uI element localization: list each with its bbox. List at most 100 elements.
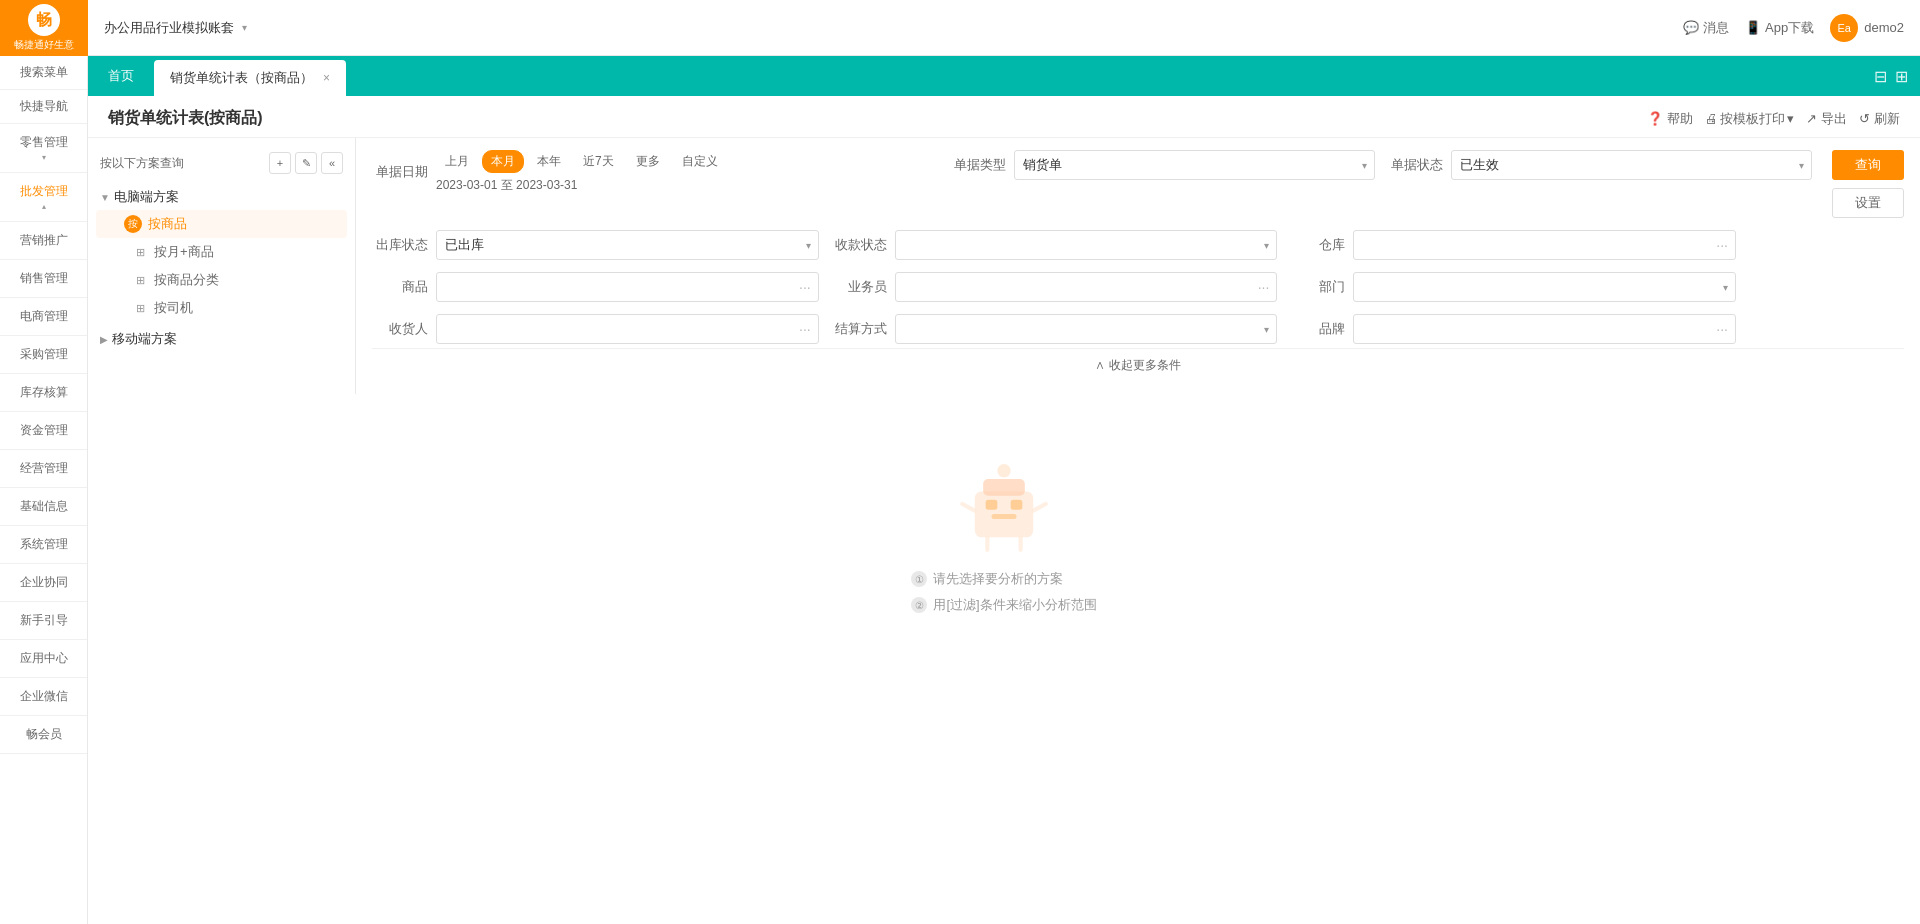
- user-name: demo2: [1864, 20, 1904, 35]
- header-dropdown-icon[interactable]: ▾: [242, 22, 247, 33]
- tab-close-icon[interactable]: ×: [323, 71, 330, 85]
- app-logo[interactable]: 畅 畅捷通好生意: [0, 0, 88, 56]
- tip-2-text: 用[过滤]条件来缩小分析范围: [933, 596, 1096, 614]
- department-select[interactable]: [1353, 272, 1736, 302]
- svg-rect-4: [992, 514, 1017, 519]
- logo-icon: 畅: [28, 4, 60, 36]
- salesperson-label: 业务员: [831, 278, 887, 296]
- sidebar-item-guide[interactable]: 新手引导: [0, 602, 87, 640]
- warehouse-status-select[interactable]: [436, 230, 819, 260]
- avatar: Ea: [1830, 14, 1858, 42]
- help-button[interactable]: ❓ 帮助: [1647, 110, 1693, 128]
- user-info[interactable]: Ea demo2: [1830, 14, 1904, 42]
- scheme-group-mobile-header[interactable]: ▶ 移动端方案: [96, 326, 347, 352]
- tab-active[interactable]: 销货单统计表（按商品） ×: [154, 60, 346, 96]
- settlement-label: 结算方式: [831, 320, 887, 338]
- scheme-tree: ▼ 电脑端方案 按 按商品 ⊞ 按月+商品 ⊞: [96, 180, 347, 360]
- scheme-sub-icon-2: ⊞: [132, 274, 148, 287]
- sidebar-item-retail[interactable]: 零售管理 ▾: [0, 124, 87, 173]
- sidebar-item-search[interactable]: 搜索菜单: [0, 56, 87, 90]
- sidebar-item-enterprise[interactable]: 企业协同: [0, 564, 87, 602]
- empty-illustration: [954, 454, 1054, 554]
- date-7days[interactable]: 近7天: [574, 150, 623, 173]
- svg-point-9: [997, 464, 1010, 477]
- recipient-input[interactable]: [436, 314, 819, 344]
- salesperson-input[interactable]: [895, 272, 1278, 302]
- product-input[interactable]: [436, 272, 819, 302]
- scheme-group-desktop-header[interactable]: ▼ 电脑端方案: [96, 184, 347, 210]
- warehouse-dots-icon[interactable]: ···: [1716, 237, 1728, 253]
- product-dots-icon[interactable]: ···: [799, 279, 811, 295]
- print-dropdown-icon[interactable]: ▾: [1787, 111, 1794, 126]
- refresh-button[interactable]: ↺ 刷新: [1859, 110, 1900, 128]
- order-status-select[interactable]: [1451, 150, 1812, 180]
- empty-tip-2: ② 用[过滤]条件来缩小分析范围: [911, 596, 1096, 614]
- top-header: 办公用品行业模拟账套 ▾ 💬 消息 📱 App下载 Ea demo2: [88, 0, 1920, 56]
- sidebar-item-system[interactable]: 系统管理: [0, 526, 87, 564]
- collapse-bar[interactable]: ∧ 收起更多条件: [372, 348, 1904, 382]
- main-content: 办公用品行业模拟账套 ▾ 💬 消息 📱 App下载 Ea demo2 首页 销货…: [88, 0, 1920, 924]
- scheme-item-by-category[interactable]: ⊞ 按商品分类: [96, 266, 347, 294]
- sidebar-item-quicknav[interactable]: 快捷导航: [0, 90, 87, 124]
- settlement-select[interactable]: [895, 314, 1278, 344]
- edit-scheme-button[interactable]: ✎: [295, 152, 317, 174]
- salesperson-dots-icon[interactable]: ···: [1258, 279, 1270, 295]
- collapse-scheme-button[interactable]: «: [321, 152, 343, 174]
- payment-status-label: 收款状态: [831, 236, 887, 254]
- add-scheme-button[interactable]: +: [269, 152, 291, 174]
- brand-input[interactable]: [1353, 314, 1736, 344]
- sidebar-item-sales[interactable]: 销售管理: [0, 260, 87, 298]
- date-this-month[interactable]: 本月: [482, 150, 524, 173]
- tab-home[interactable]: 首页: [88, 56, 154, 96]
- date-prev-month[interactable]: 上月: [436, 150, 478, 173]
- empty-state: ① 请先选择要分析的方案 ② 用[过滤]条件来缩小分析范围: [88, 394, 1920, 674]
- scheme-group-mobile: ▶ 移动端方案: [96, 326, 347, 352]
- recipient-dots-icon[interactable]: ···: [799, 321, 811, 337]
- payment-status-select[interactable]: [895, 230, 1278, 260]
- desktop-group-arrow: ▼: [100, 192, 110, 203]
- brand-dots-icon[interactable]: ···: [1716, 321, 1728, 337]
- warehouse-label: 仓库: [1289, 236, 1345, 254]
- refresh-icon: ↺: [1859, 111, 1870, 126]
- sidebar-item-inventory[interactable]: 库存核算: [0, 374, 87, 412]
- tab-minimize-icon[interactable]: ⊟: [1874, 67, 1887, 86]
- scheme-item-by-month-product[interactable]: ⊞ 按月+商品: [96, 238, 347, 266]
- order-type-label: 单据类型: [950, 156, 1006, 174]
- logo-text: 畅捷通好生意: [14, 38, 74, 52]
- export-button[interactable]: ↗ 导出: [1806, 110, 1847, 128]
- sidebar-item-wholesale[interactable]: 批发管理 ▴: [0, 173, 87, 222]
- svg-rect-3: [1011, 500, 1023, 510]
- sidebar-item-finance[interactable]: 资金管理: [0, 412, 87, 450]
- tab-maximize-icon[interactable]: ⊞: [1895, 67, 1908, 86]
- sidebar-item-purchase[interactable]: 采购管理: [0, 336, 87, 374]
- query-button[interactable]: 查询: [1832, 150, 1904, 180]
- scheme-item-by-product[interactable]: 按 按商品: [96, 210, 347, 238]
- warehouse-input[interactable]: [1353, 230, 1736, 260]
- date-this-year[interactable]: 本年: [528, 150, 570, 173]
- sidebar-item-member[interactable]: 畅会员: [0, 716, 87, 754]
- date-more[interactable]: 更多: [627, 150, 669, 173]
- date-custom[interactable]: 自定义: [673, 150, 727, 173]
- sidebar-item-ecommerce[interactable]: 电商管理: [0, 298, 87, 336]
- sidebar: 畅 畅捷通好生意 搜索菜单 快捷导航 零售管理 ▾ 批发管理 ▴ 营销推广 销售…: [0, 0, 88, 924]
- action-buttons: 查询 设置: [1824, 150, 1904, 218]
- sidebar-item-operation[interactable]: 经营管理: [0, 450, 87, 488]
- tab-actions: ⊟ ⊞: [1862, 67, 1920, 86]
- sidebar-item-apps[interactable]: 应用中心: [0, 640, 87, 678]
- filter-area: 按以下方案查询 + ✎ « ▼ 电脑端方案: [88, 138, 1920, 394]
- print-button[interactable]: 🖨 按模板打印 ▾: [1705, 110, 1794, 128]
- page-content: 销货单统计表(按商品) ❓ 帮助 🖨 按模板打印 ▾ ↗ 导出 ↺ 刷新: [88, 96, 1920, 924]
- sidebar-item-marketing[interactable]: 营销推广: [0, 222, 87, 260]
- sidebar-item-basic[interactable]: 基础信息: [0, 488, 87, 526]
- settings-button[interactable]: 设置: [1832, 188, 1904, 218]
- empty-tips: ① 请先选择要分析的方案 ② 用[过滤]条件来缩小分析范围: [911, 570, 1096, 614]
- order-type-select[interactable]: [1014, 150, 1375, 180]
- scheme-sub-icon-1: ⊞: [132, 246, 148, 259]
- scheme-group-desktop: ▼ 电脑端方案 按 按商品 ⊞ 按月+商品 ⊞: [96, 184, 347, 322]
- scheme-sub-icon-3: ⊞: [132, 302, 148, 315]
- app-download-button[interactable]: 📱 App下载: [1745, 19, 1814, 37]
- sidebar-item-wechat[interactable]: 企业微信: [0, 678, 87, 716]
- message-button[interactable]: 💬 消息: [1683, 19, 1729, 37]
- tab-bar: 首页 销货单统计表（按商品） × ⊟ ⊞: [88, 56, 1920, 96]
- scheme-item-by-printer[interactable]: ⊞ 按司机: [96, 294, 347, 322]
